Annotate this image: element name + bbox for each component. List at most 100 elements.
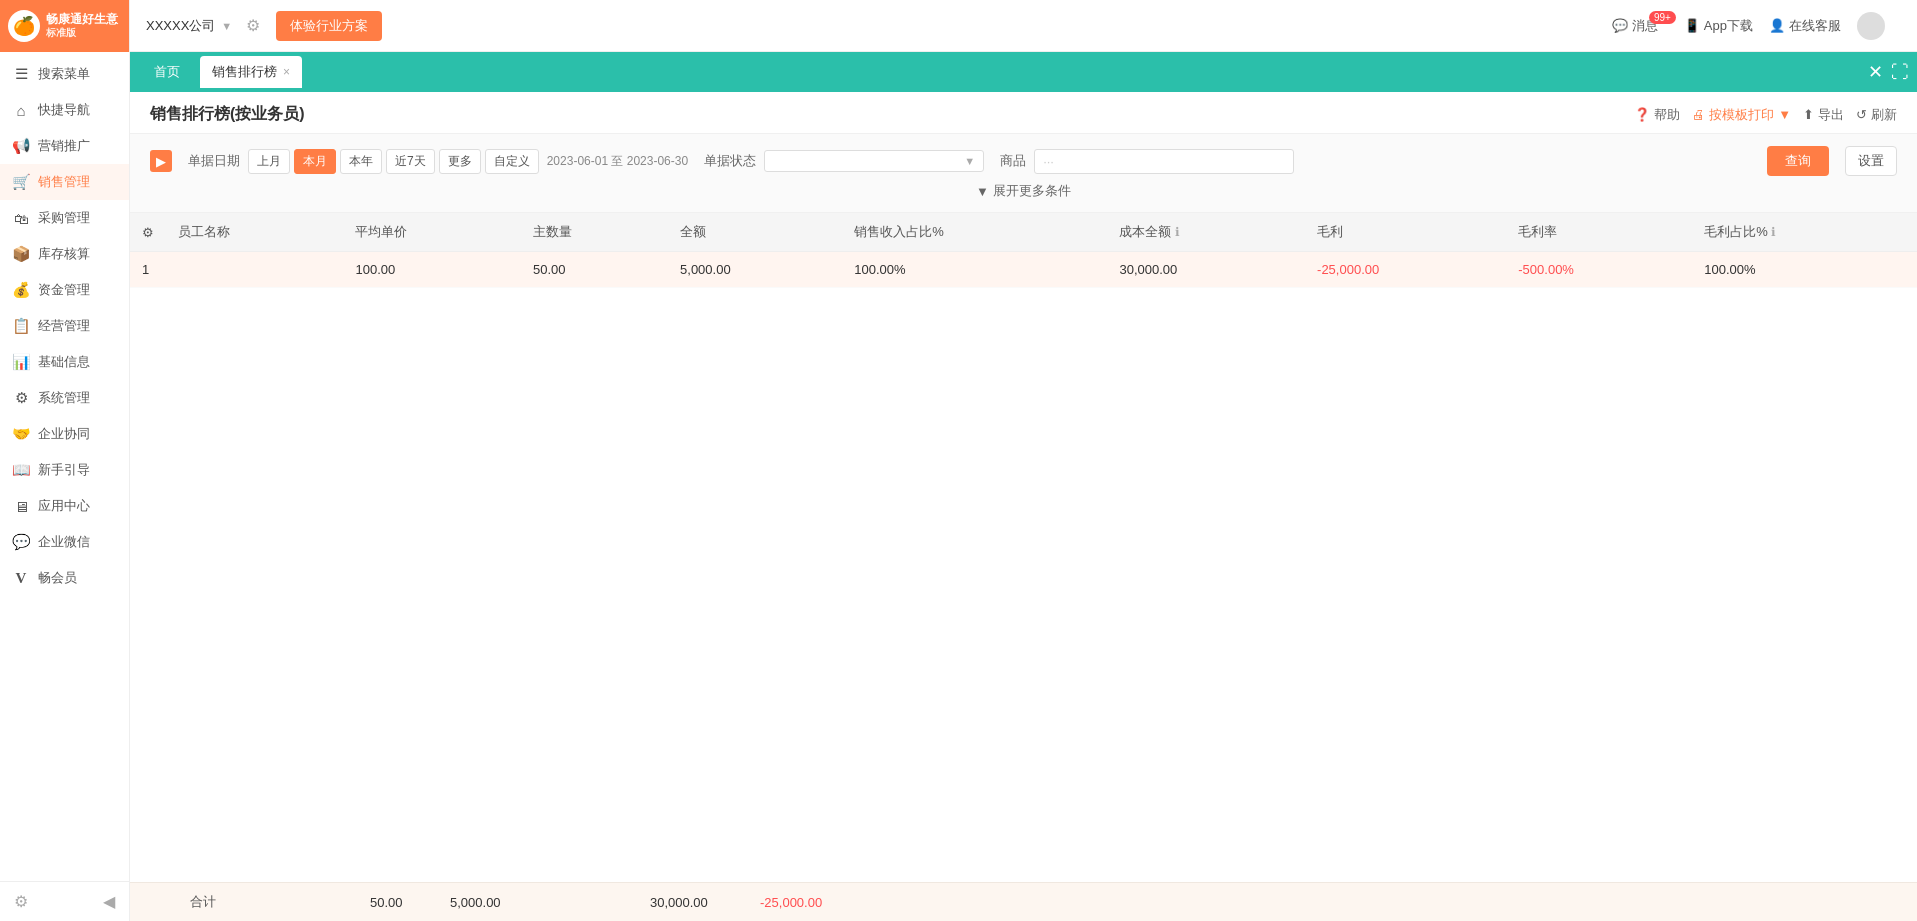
td-cost: 30,000.00	[1107, 252, 1305, 288]
sidebar-logo: 🍊 畅康通好生意 标准版	[0, 0, 129, 52]
trial-btn[interactable]: 体验行业方案	[276, 11, 382, 41]
message-badge: 99+	[1649, 11, 1676, 24]
tab-close-icon[interactable]: ×	[283, 65, 290, 79]
date-btn-this-month[interactable]: 本月	[294, 149, 336, 174]
sidebar-footer: ⚙ ◀	[0, 881, 129, 921]
filter-toggle-btn[interactable]: ▶	[150, 150, 172, 172]
print-btn[interactable]: 🖨 按模板打印 ▼	[1692, 106, 1791, 124]
logo-text: 畅康通好生意 标准版	[46, 12, 118, 40]
td-gross-rate: -500.00%	[1506, 252, 1692, 288]
sidebar-item-member[interactable]: V 畅会员	[0, 560, 129, 596]
th-cost: 成本全额 ℹ	[1107, 213, 1305, 252]
content: 销售排行榜(按业务员) ❓ 帮助 🖨 按模板打印 ▼ ⬆ 导出 ↺ 刷新	[130, 92, 1917, 921]
message-icon: 💬	[1612, 18, 1628, 33]
query-btn[interactable]: 查询	[1767, 146, 1829, 176]
app-download-btn[interactable]: 📱 App下载	[1684, 17, 1753, 35]
inventory-icon: 📦	[12, 245, 30, 263]
online-service-btn[interactable]: 👤 在线客服	[1769, 17, 1841, 35]
topbar-gear-icon[interactable]: ⚙	[246, 16, 260, 35]
wechat-icon: 💬	[12, 533, 30, 551]
status-label: 单据状态	[704, 152, 756, 170]
service-icon: 👤	[1769, 18, 1785, 33]
td-avg-price: 100.00	[343, 252, 520, 288]
filter-bar: ▶ 单据日期 上月 本月 本年 近7天 更多 自定义 2023-06-01 至 …	[130, 134, 1917, 213]
print-icon: 🖨	[1692, 107, 1705, 122]
gross-pct-info-icon[interactable]: ℹ	[1771, 225, 1776, 239]
ranking-table: ⚙ 员工名称 平均单价 主数量 全额 销售收入占比% 成本全额 ℹ 毛利 毛利率	[130, 213, 1917, 288]
settings-icon[interactable]: ⚙	[14, 892, 28, 911]
company-arrow-icon: ▼	[221, 20, 232, 32]
date-buttons: 上月 本月 本年 近7天 更多 自定义	[248, 149, 539, 174]
main: XXXXX公司 ▼ ⚙ 体验行业方案 💬 消息 99+ 📱 App下载 👤 在线…	[130, 0, 1917, 921]
sidebar-item-purchase[interactable]: 🛍 采购管理	[0, 200, 129, 236]
td-gross: -25,000.00	[1305, 252, 1506, 288]
date-btn-this-year[interactable]: 本年	[340, 149, 382, 174]
help-btn[interactable]: ❓ 帮助	[1634, 106, 1680, 124]
sidebar-item-marketing[interactable]: 📢 营销推广	[0, 128, 129, 164]
date-btn-custom[interactable]: 自定义	[485, 149, 539, 174]
tabbar-actions: ✕ ⛶	[1868, 61, 1909, 83]
table-header-row: ⚙ 员工名称 平均单价 主数量 全额 销售收入占比% 成本全额 ℹ 毛利 毛利率	[130, 213, 1917, 252]
filter-status-group: 单据状态 ▼	[704, 150, 984, 172]
td-main-qty: 50.00	[521, 252, 668, 288]
footer-cost: 30,000.00	[638, 895, 748, 910]
tabbar-close-btn[interactable]: ✕	[1868, 61, 1883, 83]
th-main-qty: 主数量	[521, 213, 668, 252]
goods-input[interactable]: ···	[1034, 149, 1294, 174]
app-center-icon: 🖥	[12, 498, 30, 515]
member-icon: V	[12, 570, 30, 587]
goods-label: 商品	[1000, 152, 1026, 170]
sidebar-item-basic-info[interactable]: 📊 基础信息	[0, 344, 129, 380]
avatar[interactable]	[1857, 12, 1885, 40]
date-btn-last-month[interactable]: 上月	[248, 149, 290, 174]
sidebar-item-wechat[interactable]: 💬 企业微信	[0, 524, 129, 560]
filter-date-group: 单据日期 上月 本月 本年 近7天 更多 自定义 2023-06-01 至 20…	[188, 149, 688, 174]
date-btn-7days[interactable]: 近7天	[386, 149, 435, 174]
footer-amount: 5,000.00	[438, 895, 538, 910]
sidebar-item-operation[interactable]: 📋 经营管理	[0, 308, 129, 344]
marketing-icon: 📢	[12, 137, 30, 155]
th-settings[interactable]: ⚙	[130, 213, 166, 252]
tabbar: 首页 销售排行榜 × ✕ ⛶	[130, 52, 1917, 92]
status-select[interactable]: ▼	[764, 150, 984, 172]
filter-goods-group: 商品 ···	[1000, 149, 1294, 174]
print-arrow-icon: ▼	[1778, 107, 1791, 122]
company-name: XXXXX公司	[146, 17, 215, 35]
sales-icon: 🛒	[12, 173, 30, 191]
th-amount: 全额	[668, 213, 842, 252]
table-row: 1 100.00 50.00 5,000.00 100.00% 30,000.0…	[130, 252, 1917, 288]
tab-sales-ranking[interactable]: 销售排行榜 ×	[200, 56, 302, 88]
footer-label: 合计	[178, 893, 278, 911]
sidebar-item-search-order[interactable]: ☰ 搜索菜单	[0, 56, 129, 92]
message-btn[interactable]: 💬 消息 99+	[1612, 17, 1668, 35]
date-btn-more[interactable]: 更多	[439, 149, 481, 174]
basic-info-icon: 📊	[12, 353, 30, 371]
company-selector[interactable]: XXXXX公司 ▼	[146, 17, 232, 35]
refresh-btn[interactable]: ↺ 刷新	[1856, 106, 1897, 124]
sidebar-item-sales[interactable]: 🛒 销售管理	[0, 164, 129, 200]
export-btn[interactable]: ⬆ 导出	[1803, 106, 1844, 124]
sidebar-item-inventory[interactable]: 📦 库存核算	[0, 236, 129, 272]
goods-placeholder: ···	[1043, 154, 1054, 169]
sidebar-item-newbie[interactable]: 📖 新手引导	[0, 452, 129, 488]
collapse-icon[interactable]: ◀	[103, 892, 115, 911]
status-arrow-icon: ▼	[964, 155, 975, 167]
td-gross-pct: 100.00%	[1692, 252, 1917, 288]
td-amount: 5,000.00	[668, 252, 842, 288]
sidebar-item-quick-nav[interactable]: ⌂ 快捷导航	[0, 92, 129, 128]
sidebar-item-enterprise[interactable]: 🤝 企业协同	[0, 416, 129, 452]
cost-info-icon[interactable]: ℹ	[1175, 225, 1180, 239]
footer-gross: -25,000.00	[748, 895, 848, 910]
sidebar-item-finance[interactable]: 💰 资金管理	[0, 272, 129, 308]
th-avg-price: 平均单价	[343, 213, 520, 252]
tab-home[interactable]: 首页	[138, 52, 196, 92]
expand-more-btn[interactable]: ▼ 展开更多条件	[976, 182, 1071, 200]
setting-btn[interactable]: 设置	[1845, 146, 1897, 176]
sidebar-item-system[interactable]: ⚙ 系统管理	[0, 380, 129, 416]
newbie-icon: 📖	[12, 461, 30, 479]
table-footer: 合计 50.00 5,000.00 30,000.00 -25,000.00	[130, 882, 1917, 921]
sidebar-item-app-center[interactable]: 🖥 应用中心	[0, 488, 129, 524]
page-actions: ❓ 帮助 🖨 按模板打印 ▼ ⬆ 导出 ↺ 刷新	[1634, 106, 1897, 124]
export-icon: ⬆	[1803, 107, 1814, 122]
tabbar-expand-btn[interactable]: ⛶	[1891, 62, 1909, 83]
